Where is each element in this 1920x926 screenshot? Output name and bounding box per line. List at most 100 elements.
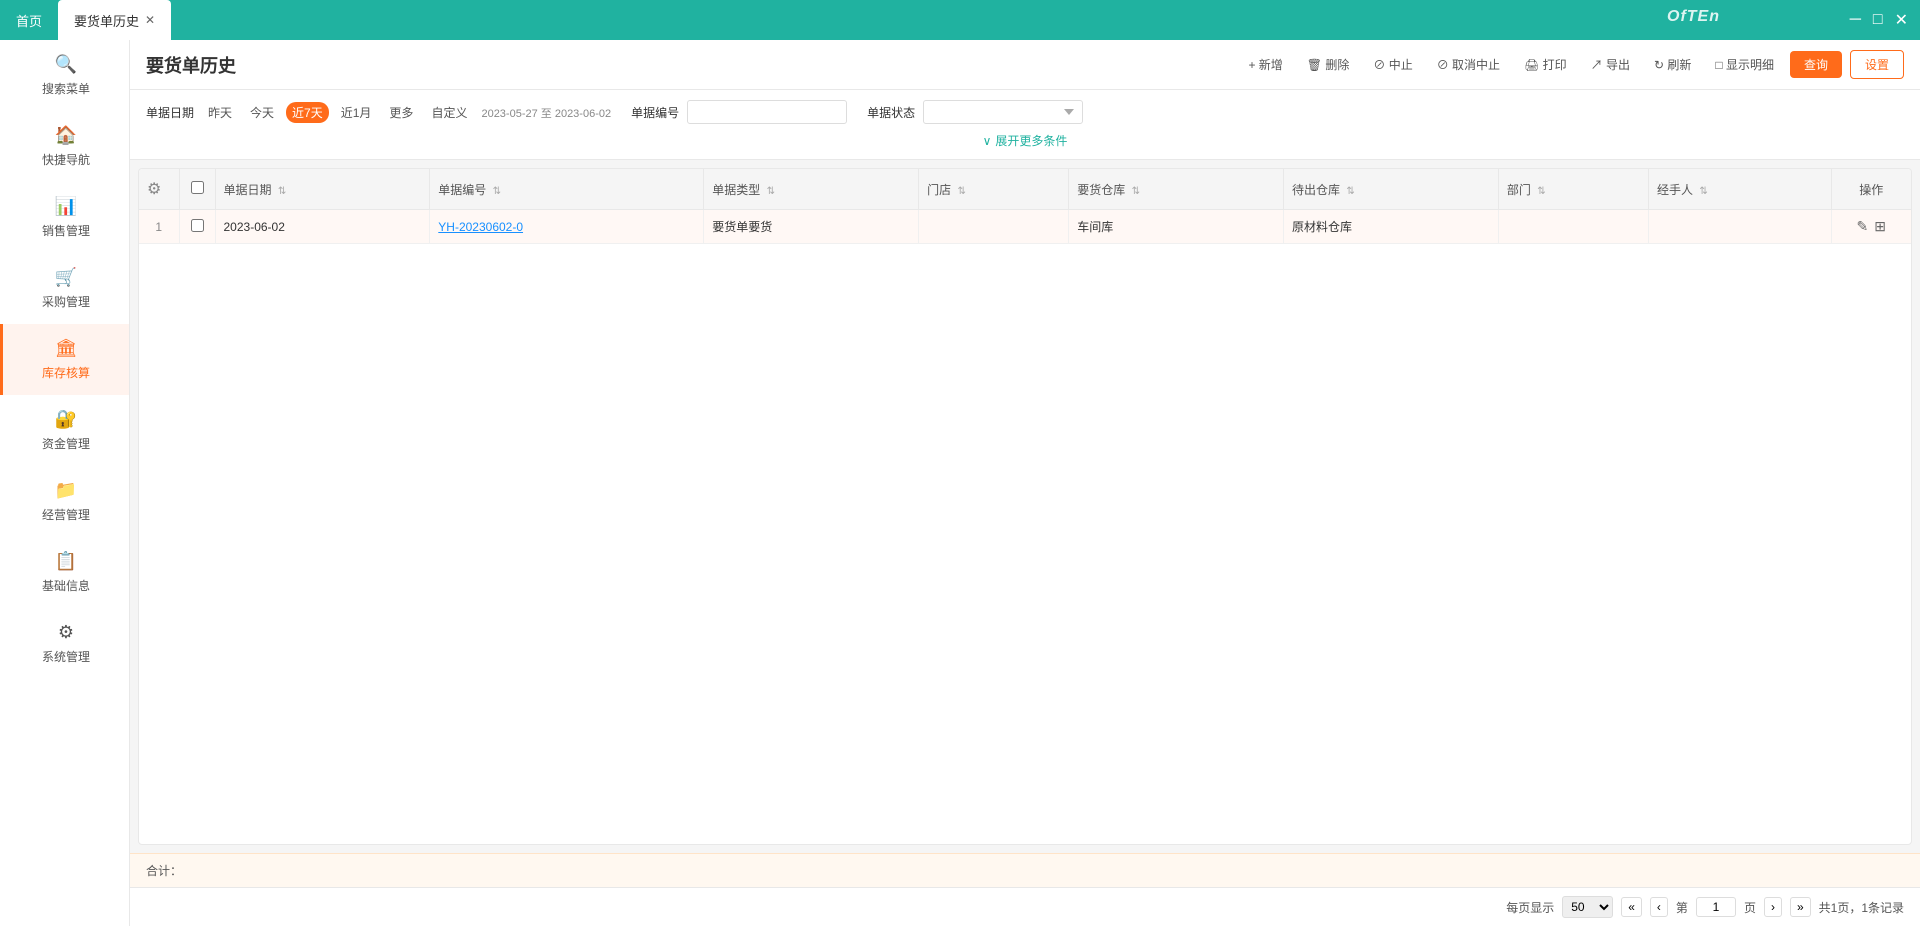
last-page-button[interactable]: » — [1790, 897, 1811, 917]
shortcut-yesterday[interactable]: 昨天 — [202, 102, 238, 123]
first-page-button[interactable]: « — [1621, 897, 1642, 917]
shortcut-today[interactable]: 今天 — [244, 102, 280, 123]
tab-requisition-history[interactable]: 要货单历史 ✕ — [58, 0, 171, 40]
query-button[interactable]: 查询 — [1790, 51, 1842, 78]
sort-req-warehouse-icon[interactable]: ⇅ — [1132, 186, 1140, 197]
page-size-select[interactable]: 50 100 200 — [1562, 896, 1613, 918]
sidebar-item-sys-mgmt-label: 系统管理 — [42, 648, 90, 665]
col-header-doc-type-label: 单据类型 — [712, 183, 760, 197]
shortcut-last7days[interactable]: 近7天 — [286, 102, 329, 123]
sidebar-item-ops-mgmt[interactable]: 📁 经营管理 — [0, 466, 129, 537]
window-maximize-icon[interactable]: □ — [1873, 11, 1883, 29]
select-all-checkbox[interactable] — [191, 181, 204, 194]
shortcut-last1month[interactable]: 近1月 — [335, 102, 378, 123]
tab-home[interactable]: 首页 — [0, 0, 58, 40]
export-button[interactable]: ↗ 导出 — [1583, 52, 1638, 77]
doc-status-label: 单据状态 — [867, 104, 915, 121]
doc-status-select[interactable] — [923, 100, 1083, 124]
total-records-label: 共1页，1条记录 — [1819, 899, 1904, 916]
window-close-icon[interactable]: ✕ — [1895, 10, 1908, 30]
row-checkbox-cell[interactable] — [179, 210, 215, 244]
row-checkbox[interactable] — [191, 219, 204, 232]
shortcut-custom[interactable]: 自定义 — [425, 102, 473, 123]
finance-mgmt-icon: 🔐 — [55, 409, 77, 430]
page-header: 要货单历史 + 新增 🗑 删除 ⊘ 中止 ⊘ 取消中止 🖨 打印 ↗ 导出 ↻ … — [130, 40, 1920, 90]
setting-button[interactable]: 设置 — [1850, 50, 1904, 79]
doc-number-filter-group: 单据编号 — [631, 100, 847, 124]
sort-doc-type-icon[interactable]: ⇅ — [767, 186, 775, 197]
data-table: ⚙ 单据日期 ⇅ 单据编号 ⇅ — [139, 169, 1911, 244]
window-minimize-icon[interactable]: ─ — [1850, 11, 1861, 29]
add-button[interactable]: + 新增 — [1240, 52, 1290, 77]
page-suffix-label: 页 — [1744, 899, 1756, 916]
display-detail-button[interactable]: □ 显示明细 — [1707, 52, 1782, 77]
sidebar-item-inventory[interactable]: 🏛 库存核算 — [0, 324, 129, 395]
page-title: 要货单历史 — [146, 52, 1240, 78]
ops-mgmt-icon: 📁 — [55, 480, 77, 501]
sidebar-item-sys-mgmt[interactable]: ⚙ 系统管理 — [0, 608, 129, 679]
delete-button[interactable]: 🗑 删除 — [1299, 52, 1358, 77]
sort-pending-warehouse-icon[interactable]: ⇅ — [1346, 186, 1354, 197]
sidebar-item-purchase-mgmt[interactable]: 🛒 采购管理 — [0, 253, 129, 324]
col-header-doc-num[interactable]: 单据编号 ⇅ — [430, 169, 704, 210]
expand-more-button[interactable]: ∨ 展开更多条件 — [146, 132, 1904, 149]
tab-bar: 首页 要货单历史 ✕ — [0, 0, 171, 40]
col-header-settings[interactable]: ⚙ — [139, 169, 179, 210]
row-delete-icon[interactable]: ⊞ — [1874, 218, 1886, 235]
content-area: 要货单历史 + 新增 🗑 删除 ⊘ 中止 ⊘ 取消中止 🖨 打印 ↗ 导出 ↻ … — [130, 40, 1920, 926]
sort-store-icon[interactable]: ⇅ — [957, 186, 965, 197]
table-body: 1 2023-06-02 YH-20230602-0 要货单要货 车间库 原材料… — [139, 210, 1911, 244]
row-action-cell: ✎ ⊞ — [1831, 210, 1911, 244]
col-header-dept-label: 部门 — [1507, 183, 1531, 197]
prev-page-button[interactable]: ‹ — [1650, 897, 1668, 917]
shortcut-more[interactable]: 更多 — [383, 102, 419, 123]
tab-close-icon[interactable]: ✕ — [145, 13, 155, 27]
row-edit-icon[interactable]: ✎ — [1857, 218, 1869, 235]
col-header-action: 操作 — [1831, 169, 1911, 210]
print-button[interactable]: 🖨 打印 — [1516, 52, 1575, 77]
table-header-row: ⚙ 单据日期 ⇅ 单据编号 ⇅ — [139, 169, 1911, 210]
next-page-button[interactable]: › — [1764, 897, 1782, 917]
table-row: 1 2023-06-02 YH-20230602-0 要货单要货 车间库 原材料… — [139, 210, 1911, 244]
stop-button[interactable]: ⊘ 中止 — [1365, 52, 1420, 77]
col-header-req-warehouse[interactable]: 要货仓库 ⇅ — [1069, 169, 1284, 210]
col-header-pending-warehouse[interactable]: 待出仓库 ⇅ — [1284, 169, 1499, 210]
row-dept-cell — [1498, 210, 1648, 244]
refresh-button[interactable]: ↻ 刷新 — [1646, 52, 1699, 77]
col-header-dept[interactable]: 部门 ⇅ — [1498, 169, 1648, 210]
sidebar-item-finance-mgmt[interactable]: 🔐 资金管理 — [0, 395, 129, 466]
sidebar-item-basic-info-label: 基础信息 — [42, 577, 90, 594]
col-header-doc-date[interactable]: 单据日期 ⇅ — [215, 169, 430, 210]
sort-doc-num-icon[interactable]: ⇅ — [493, 186, 501, 197]
expand-more-chevron-icon: ∨ — [983, 134, 992, 148]
sidebar-item-basic-info[interactable]: 📋 基础信息 — [0, 537, 129, 608]
row-doc-num-cell[interactable]: YH-20230602-0 — [430, 210, 704, 244]
table-settings-icon[interactable]: ⚙ — [147, 181, 161, 198]
doc-status-filter-group: 单据状态 — [867, 100, 1083, 124]
sort-dept-icon[interactable]: ⇅ — [1537, 186, 1545, 197]
sidebar-item-quick-nav[interactable]: 🏠 快捷导航 — [0, 111, 129, 182]
sidebar-item-sales-mgmt[interactable]: 📊 销售管理 — [0, 182, 129, 253]
cancel-stop-button[interactable]: ⊘ 取消中止 — [1429, 52, 1508, 77]
row-num-cell: 1 — [139, 210, 179, 244]
row-pending-warehouse-cell: 原材料仓库 — [1284, 210, 1499, 244]
sales-mgmt-icon: 📊 — [55, 196, 77, 217]
col-header-store[interactable]: 门店 ⇅ — [919, 169, 1069, 210]
page-num-input[interactable] — [1696, 897, 1736, 917]
filter-row: 单据日期 昨天 今天 近7天 近1月 更多 自定义 2023-05-27 至 2… — [146, 100, 1904, 124]
col-header-doc-type[interactable]: 单据类型 ⇅ — [704, 169, 919, 210]
sidebar-item-ops-mgmt-label: 经营管理 — [42, 506, 90, 523]
sort-handler-icon[interactable]: ⇅ — [1699, 186, 1707, 197]
sort-doc-date-icon[interactable]: ⇅ — [278, 186, 286, 197]
row-doc-num-link[interactable]: YH-20230602-0 — [438, 220, 523, 234]
col-header-handler[interactable]: 经手人 ⇅ — [1649, 169, 1832, 210]
col-header-pending-warehouse-label: 待出仓库 — [1292, 183, 1340, 197]
basic-info-icon: 📋 — [55, 551, 77, 572]
col-header-store-label: 门店 — [927, 183, 951, 197]
expand-more-label: 展开更多条件 — [995, 132, 1067, 149]
top-right-controls: ─ □ ✕ — [1850, 10, 1920, 30]
doc-number-input[interactable] — [687, 100, 847, 124]
sidebar-item-search-menu[interactable]: 🔍 搜索菜单 — [0, 40, 129, 111]
row-store-cell — [919, 210, 1069, 244]
col-header-checkbox[interactable] — [179, 169, 215, 210]
